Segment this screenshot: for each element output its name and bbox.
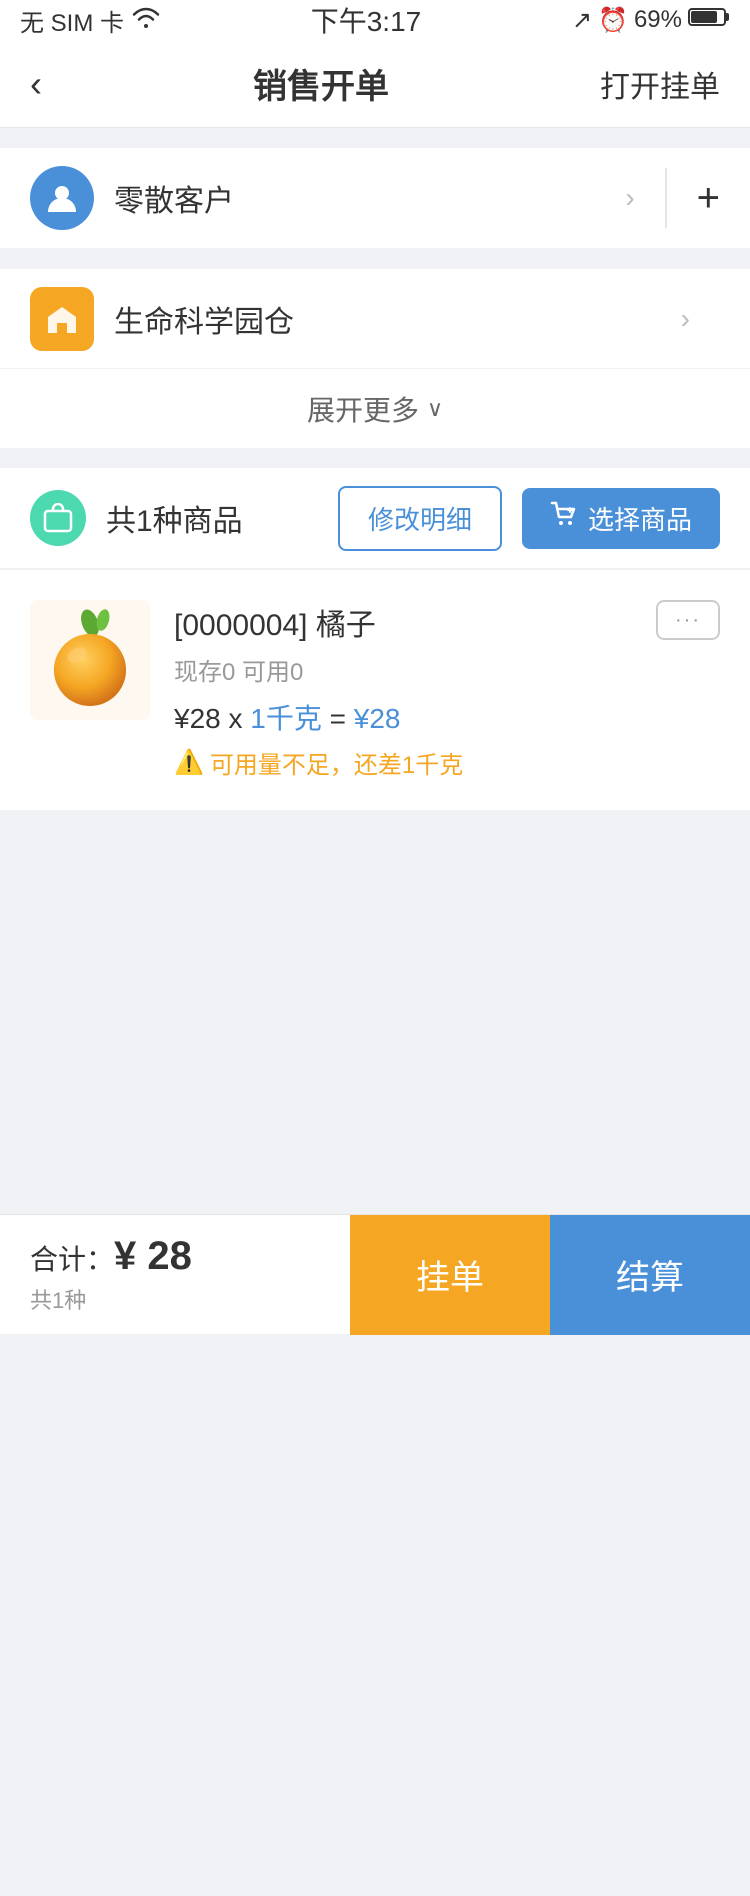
product-info: [0000004] 橘子 现存0 可用0 ¥28 x 1千克 = ¥28 ⚠️ … (174, 600, 632, 780)
select-product-label: 选择商品 (588, 500, 692, 537)
warehouse-name: 生命科学园仓 (114, 297, 681, 341)
carrier-text: 无 SIM 卡 (20, 3, 124, 38)
status-bar: 无 SIM 卡 下午3:17 ↗ ⏰ 69% (0, 0, 750, 40)
total-label: 合计： (30, 1244, 114, 1275)
footer-total-row: 合计：¥ 28 (30, 1234, 320, 1279)
status-right: ↗ ⏰ 69% (572, 6, 730, 35)
product-count-icon (30, 490, 86, 546)
cart-icon (550, 501, 578, 536)
product-count-text: 共1种商品 (106, 496, 318, 540)
warehouse-row[interactable]: 生命科学园仓 › (0, 268, 750, 368)
status-time: 下午3:17 (311, 0, 422, 40)
hang-button[interactable]: 挂单 (350, 1215, 550, 1335)
status-left: 无 SIM 卡 (20, 3, 160, 38)
quantity-highlight: 1千克 (250, 703, 322, 734)
total-price: ¥28 (354, 703, 401, 734)
equals-sign: = (322, 703, 354, 734)
page-title: 销售开单 (253, 59, 389, 108)
main-content (0, 810, 750, 1896)
add-customer-button[interactable]: + (697, 176, 720, 221)
expand-chevron-icon: ∨ (427, 396, 443, 422)
expand-more-label: 展开更多 (307, 389, 419, 429)
product-name: [0000004] 橘子 (174, 600, 632, 644)
divider-3 (0, 448, 750, 468)
battery-icon (688, 6, 730, 35)
product-image (30, 600, 150, 720)
warning-text: 可用量不足，还差1千克 (210, 745, 463, 780)
customer-name: 零散客户 (114, 176, 625, 220)
product-more-button[interactable]: ··· (656, 600, 720, 640)
divider-1 (0, 128, 750, 148)
products-header: 共1种商品 修改明细 选择商品 (0, 468, 750, 568)
alarm-icon: ⏰ (598, 6, 628, 35)
footer: 合计：¥ 28 共1种 挂单 结算 (0, 1214, 750, 1334)
customer-avatar (30, 166, 94, 230)
expand-more-row[interactable]: 展开更多 ∨ (0, 368, 750, 448)
modify-detail-button[interactable]: 修改明细 (338, 486, 502, 551)
customer-arrow-icon: › (625, 182, 634, 214)
total-amount: ¥ 28 (114, 1234, 192, 1278)
warning-icon: ⚠️ (174, 748, 204, 777)
checkout-button[interactable]: 结算 (550, 1215, 750, 1335)
back-button[interactable]: ‹ (30, 63, 42, 105)
customer-divider (665, 168, 667, 228)
select-product-button[interactable]: 选择商品 (522, 488, 720, 549)
price-base: ¥28 x (174, 703, 250, 734)
product-price: ¥28 x 1千克 = ¥28 (174, 697, 632, 737)
divider-2 (0, 248, 750, 268)
battery-text: 69% (634, 6, 682, 34)
open-hang-button[interactable]: 打开挂单 (600, 62, 720, 106)
product-item: [0000004] 橘子 现存0 可用0 ¥28 x 1千克 = ¥28 ⚠️ … (0, 570, 750, 810)
footer-total-count: 共1种 (30, 1283, 320, 1315)
location-icon: ↗ (572, 6, 592, 35)
warehouse-arrow-icon: › (681, 303, 690, 335)
nav-bar: ‹ 销售开单 打开挂单 (0, 40, 750, 128)
product-warning: ⚠️ 可用量不足，还差1千克 (174, 745, 632, 780)
customer-row[interactable]: 零散客户 › + (0, 148, 750, 248)
warehouse-icon (30, 287, 94, 351)
footer-total: 合计：¥ 28 共1种 (0, 1234, 350, 1315)
product-stock: 现存0 可用0 (174, 652, 632, 687)
wifi-icon (132, 6, 160, 35)
